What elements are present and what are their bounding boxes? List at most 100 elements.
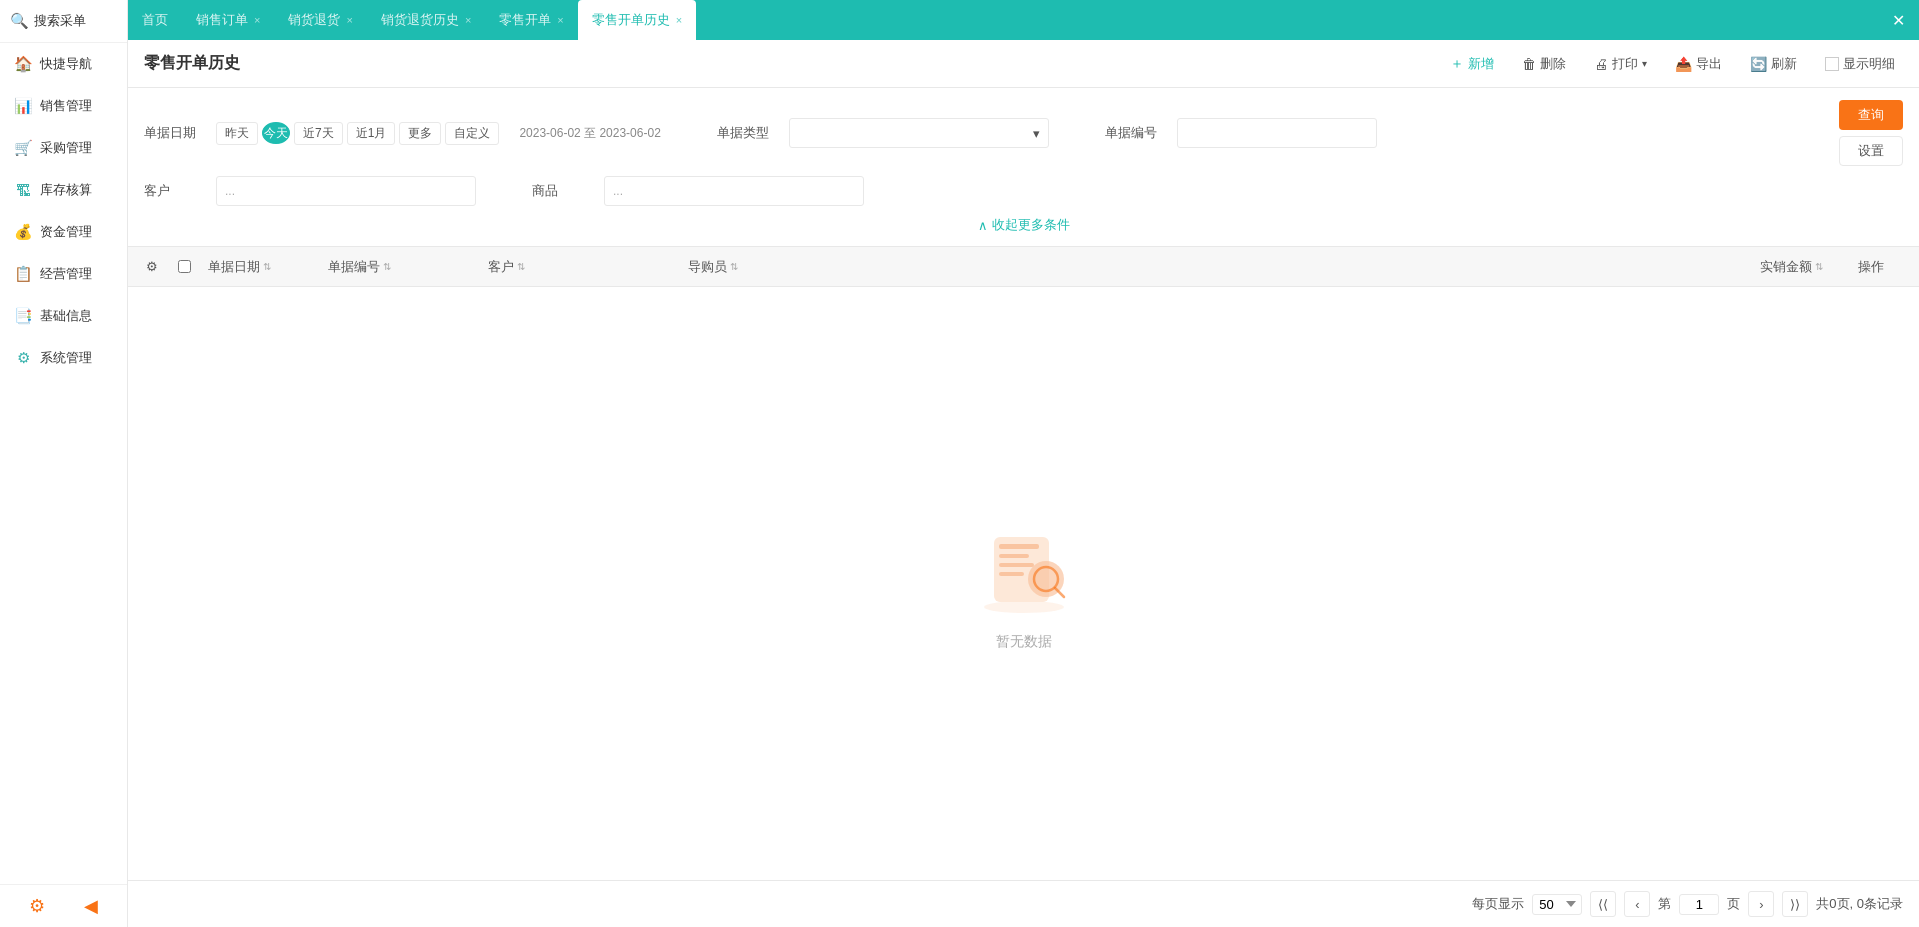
table-header: ⚙ 单据日期 ⇅ 单据编号 ⇅ 客户 ⇅ 导购员 ⇅ 实销金额 (128, 247, 1919, 287)
th-salesman[interactable]: 导购员 ⇅ (680, 258, 800, 276)
tab-sales-return-history-close[interactable]: × (465, 14, 471, 26)
display-detail-button[interactable]: 显示明细 (1817, 51, 1903, 77)
th-billno[interactable]: 单据编号 ⇅ (320, 258, 480, 276)
table-settings-icon[interactable]: ⚙ (136, 259, 168, 274)
date-btn-today[interactable]: 今天 (262, 122, 290, 144)
query-button[interactable]: 查询 (1839, 100, 1903, 130)
bill-no-input[interactable] (1177, 118, 1377, 148)
th-date[interactable]: 单据日期 ⇅ (200, 258, 320, 276)
per-page-label: 每页显示 (1472, 895, 1524, 913)
th-amount-label: 实销金额 (1760, 258, 1812, 276)
delete-icon: 🗑 (1522, 56, 1536, 72)
settings-bottom-icon[interactable]: ⚙ (29, 895, 45, 917)
delete-button[interactable]: 🗑 删除 (1514, 51, 1574, 77)
date-btn-more[interactable]: 更多 (399, 122, 441, 145)
print-button[interactable]: 🖨 打印 ▾ (1586, 51, 1655, 77)
empty-illustration (964, 517, 1084, 617)
refresh-button[interactable]: 🔄 刷新 (1742, 51, 1805, 77)
tab-sales-return-close[interactable]: × (346, 14, 352, 26)
tab-sales-return[interactable]: 销货退货 × (274, 0, 366, 40)
search-menu-item[interactable]: 🔍 搜索采单 (0, 0, 127, 43)
tab-retail-open-history-close[interactable]: × (676, 14, 682, 26)
sales-icon: 📊 (14, 97, 32, 115)
search-menu-label: 搜索采单 (34, 12, 86, 30)
tab-sales-order[interactable]: 销售订单 × (182, 0, 274, 40)
finance-icon: 💰 (14, 223, 32, 241)
export-button[interactable]: 📤 导出 (1667, 51, 1730, 77)
th-date-sort-icon: ⇅ (263, 261, 271, 272)
th-customer-label: 客户 (488, 258, 514, 276)
search-icon: 🔍 (10, 12, 28, 30)
sidebar-label-inventory: 库存核算 (40, 181, 92, 199)
date-btn-7days[interactable]: 近7天 (294, 122, 343, 145)
th-action-label: 操作 (1858, 258, 1884, 276)
svg-rect-3 (999, 554, 1029, 558)
page-number-input[interactable] (1679, 894, 1719, 915)
collapse-sidebar-icon[interactable]: ◀ (84, 895, 98, 917)
th-customer[interactable]: 客户 ⇅ (480, 258, 680, 276)
bill-type-label: 单据类型 (717, 124, 773, 142)
sidebar-label-basic-info: 基础信息 (40, 307, 92, 325)
tab-sales-return-label: 销货退货 (288, 11, 340, 29)
bill-no-label: 单据编号 (1105, 124, 1161, 142)
sidebar-label-operation: 经营管理 (40, 265, 92, 283)
th-amount[interactable]: 实销金额 ⇅ (1711, 258, 1831, 276)
sidebar-item-sales-mgmt[interactable]: 📊 销售管理 (0, 85, 127, 127)
pagination: 每页显示 50 20 100 ⟨⟨ ‹ 第 页 › ⟩⟩ 共0页, 0条记录 (128, 880, 1919, 927)
bill-type-select[interactable]: ▾ (789, 118, 1049, 148)
per-page-select[interactable]: 50 20 100 (1532, 894, 1582, 915)
add-icon: ＋ (1450, 55, 1464, 73)
sidebar-label-quick-nav: 快捷导航 (40, 55, 92, 73)
first-page-button[interactable]: ⟨⟨ (1590, 891, 1616, 917)
collapse-filter-button[interactable]: ∧ 收起更多条件 (144, 216, 1903, 234)
date-btn-custom[interactable]: 自定义 (445, 122, 499, 145)
tab-retail-open-close[interactable]: × (557, 14, 563, 26)
export-icon: 📤 (1675, 56, 1692, 72)
goods-select[interactable]: ... (604, 176, 864, 206)
sidebar-item-quick-nav[interactable]: 🏠 快捷导航 (0, 43, 127, 85)
page-label: 第 (1658, 895, 1671, 913)
select-all-checkbox[interactable] (178, 260, 191, 273)
toolbar-actions: ＋ 新增 🗑 删除 🖨 打印 ▾ 📤 导出 🔄 刷新 显示 (1442, 51, 1903, 77)
table-select-all[interactable] (168, 260, 200, 273)
system-icon: ⚙ (14, 349, 32, 367)
tab-retail-open-history[interactable]: 零售开单历史 × (578, 0, 696, 40)
th-amount-sort-icon: ⇅ (1815, 261, 1823, 272)
tab-home[interactable]: 首页 (128, 0, 182, 40)
inventory-icon: 🏗 (14, 181, 32, 199)
filter-row-2: 客户 ... 商品 ... (144, 176, 1903, 206)
sidebar-item-finance[interactable]: 💰 资金管理 (0, 211, 127, 253)
add-button[interactable]: ＋ 新增 (1442, 51, 1502, 77)
prev-page-button[interactable]: ‹ (1624, 891, 1650, 917)
sidebar: 🔍 搜索采单 🏠 快捷导航 📊 销售管理 🛒 采购管理 🏗 库存核算 💰 资金管… (0, 0, 128, 927)
empty-text: 暂无数据 (996, 633, 1052, 651)
print-chevron-icon: ▾ (1642, 58, 1647, 69)
tab-sales-order-label: 销售订单 (196, 11, 248, 29)
sidebar-item-system[interactable]: ⚙ 系统管理 (0, 337, 127, 379)
display-checkbox (1825, 57, 1839, 71)
tab-sales-return-history[interactable]: 销货退货历史 × (367, 0, 485, 40)
sidebar-label-sales-mgmt: 销售管理 (40, 97, 92, 115)
date-btn-1month[interactable]: 近1月 (347, 122, 396, 145)
window-close-icon[interactable]: ✕ (1892, 11, 1905, 30)
sidebar-item-basic-info[interactable]: 📑 基础信息 (0, 295, 127, 337)
sidebar-item-operation[interactable]: 📋 经营管理 (0, 253, 127, 295)
sidebar-item-inventory[interactable]: 🏗 库存核算 (0, 169, 127, 211)
tab-home-label: 首页 (142, 11, 168, 29)
home-icon: 🏠 (14, 55, 32, 73)
customer-select[interactable]: ... (216, 176, 476, 206)
last-page-button[interactable]: ⟩⟩ (1782, 891, 1808, 917)
svg-point-0 (984, 601, 1064, 613)
sidebar-item-purchase-mgmt[interactable]: 🛒 采购管理 (0, 127, 127, 169)
tab-retail-open[interactable]: 零售开单 × (485, 0, 577, 40)
date-btn-yesterday[interactable]: 昨天 (216, 122, 258, 145)
delete-label: 删除 (1540, 55, 1566, 73)
next-page-button[interactable]: › (1748, 891, 1774, 917)
collapse-up-icon: ∧ (978, 218, 988, 233)
filter-settings-button[interactable]: 设置 (1839, 136, 1903, 166)
add-label: 新增 (1468, 55, 1494, 73)
bill-type-chevron-icon: ▾ (1033, 126, 1040, 141)
tab-sales-order-close[interactable]: × (254, 14, 260, 26)
sidebar-label-finance: 资金管理 (40, 223, 92, 241)
operation-icon: 📋 (14, 265, 32, 283)
